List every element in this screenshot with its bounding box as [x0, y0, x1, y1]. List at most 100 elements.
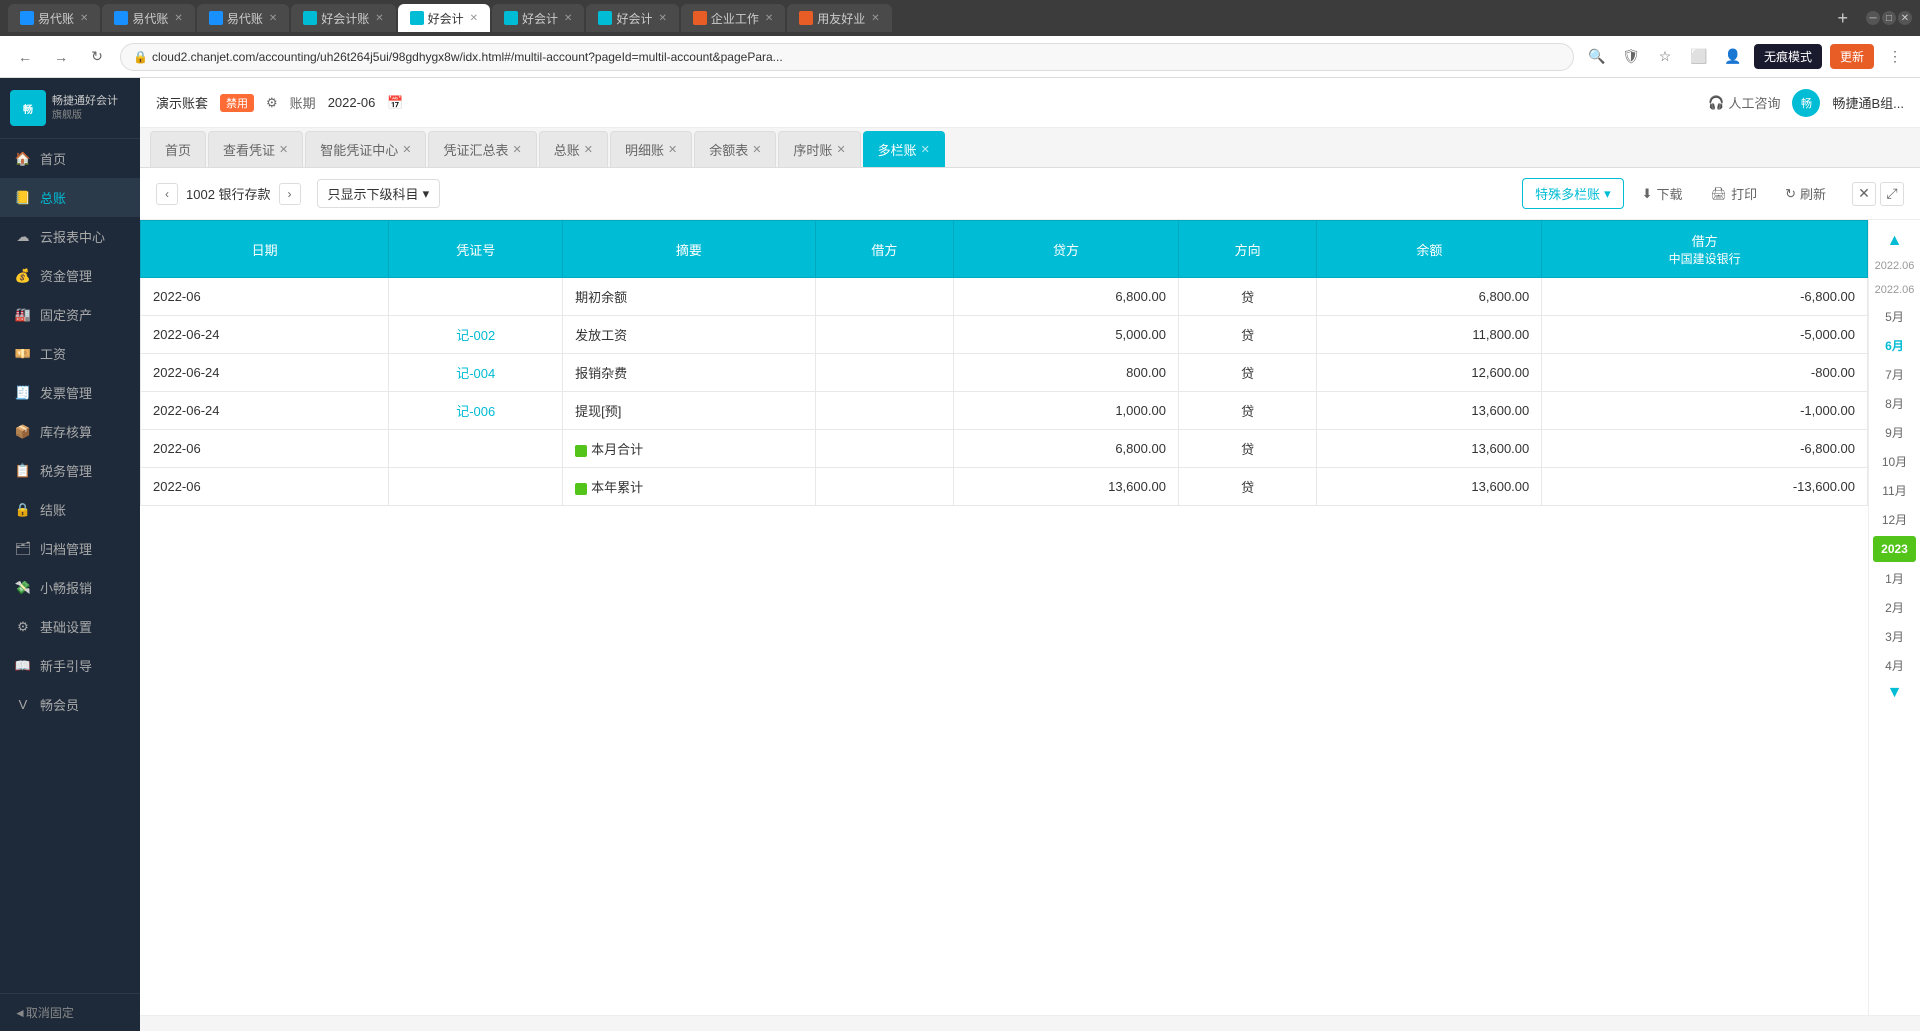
voucher-link-1[interactable]: 记-002	[456, 328, 495, 343]
window-maximize-button[interactable]: □	[1882, 11, 1896, 25]
scroll-down-button[interactable]: ▼	[1883, 680, 1907, 706]
page-tab-close-5[interactable]: ✕	[668, 143, 677, 156]
star-icon[interactable]: ☆	[1652, 44, 1678, 70]
time-item-apr-2023[interactable]: 4月	[1869, 651, 1920, 680]
tab-close-9[interactable]: ✕	[871, 13, 879, 24]
page-tab-close-4[interactable]: ✕	[584, 143, 593, 156]
horizontal-scrollbar[interactable]	[140, 1015, 1920, 1031]
page-tab-close-1[interactable]: ✕	[279, 143, 288, 156]
time-item-june[interactable]: 6月	[1869, 331, 1920, 360]
cell-voucher-3[interactable]: 记-006	[389, 392, 563, 430]
expand-panel-button[interactable]: ⤢	[1880, 182, 1904, 206]
sidebar-item-member[interactable]: V 畅会员	[0, 685, 140, 724]
time-item-oct[interactable]: 10月	[1869, 447, 1920, 476]
nav-prev-button[interactable]: ‹	[156, 183, 178, 205]
settings-icon[interactable]: ⚙	[266, 95, 278, 111]
sidebar-item-ledger[interactable]: 📒 总账	[0, 178, 140, 217]
tab-close-1[interactable]: ✕	[80, 13, 88, 24]
time-item-dec[interactable]: 12月	[1869, 505, 1920, 534]
tab-close-8[interactable]: ✕	[765, 13, 773, 24]
time-item-jan-2023[interactable]: 1月	[1869, 564, 1920, 593]
cast-icon[interactable]: ⬜	[1686, 44, 1712, 70]
tab-close-4[interactable]: ✕	[375, 13, 383, 24]
print-button[interactable]: 🖨 打印	[1701, 179, 1768, 208]
nav-forward-button[interactable]: →	[48, 44, 74, 70]
page-tab-close-3[interactable]: ✕	[513, 143, 522, 156]
sidebar-item-settings[interactable]: ⚙ 基础设置	[0, 607, 140, 646]
sidebar-item-fund[interactable]: 💰 资金管理	[0, 256, 140, 295]
sidebar-item-archive[interactable]: 🗂 归档管理	[0, 529, 140, 568]
time-item-may[interactable]: 5月	[1869, 302, 1920, 331]
page-tab-6[interactable]: 余额表 ✕	[694, 131, 776, 167]
browser-tab-7[interactable]: 好会计 ✕	[586, 4, 678, 32]
consult-button[interactable]: 🎧 人工咨询	[1708, 93, 1780, 112]
tab-close-2[interactable]: ✕	[174, 13, 182, 24]
voucher-link-3[interactable]: 记-006	[456, 404, 495, 419]
tab-close-3[interactable]: ✕	[269, 13, 277, 24]
page-tab-3[interactable]: 凭证汇总表 ✕	[428, 131, 536, 167]
window-close-button[interactable]: ✕	[1898, 11, 1912, 25]
tab-close-5[interactable]: ✕	[470, 13, 478, 24]
page-tab-0[interactable]: 首页	[150, 131, 206, 167]
cell-voucher-1[interactable]: 记-002	[389, 316, 563, 354]
page-tab-8[interactable]: 多栏账 ✕	[863, 131, 945, 167]
browser-tab-1[interactable]: 易代账 ✕	[8, 4, 100, 32]
sidebar-item-invoice[interactable]: 🧾 发票管理	[0, 373, 140, 412]
time-item-july[interactable]: 7月	[1869, 360, 1920, 389]
page-tab-close-7[interactable]: ✕	[836, 143, 845, 156]
sidebar-item-home[interactable]: 🏠 首页	[0, 139, 140, 178]
window-minimize-button[interactable]: ─	[1866, 11, 1880, 25]
time-item-sep[interactable]: 9月	[1869, 418, 1920, 447]
sidebar-item-close[interactable]: 🔒 结账	[0, 490, 140, 529]
sidebar-item-tax[interactable]: 📋 税务管理	[0, 451, 140, 490]
time-item-2022-06-2[interactable]: 2022.06	[1869, 278, 1920, 302]
profile-icon[interactable]: 👤	[1720, 44, 1746, 70]
menu-dots-button[interactable]: ⋮	[1882, 44, 1908, 70]
time-item-2022-06-1[interactable]: 2022.06	[1869, 254, 1920, 278]
voucher-link-2[interactable]: 记-004	[456, 366, 495, 381]
multi-col-button[interactable]: 特殊多栏账 ▾	[1522, 178, 1624, 209]
page-tab-5[interactable]: 明细账 ✕	[610, 131, 692, 167]
browser-tab-4[interactable]: 好会计账 ✕	[291, 4, 395, 32]
shield-icon[interactable]: 🛡	[1618, 44, 1644, 70]
page-tab-2[interactable]: 智能凭证中心 ✕	[305, 131, 426, 167]
browser-tab-2[interactable]: 易代账 ✕	[102, 4, 194, 32]
browser-tab-6[interactable]: 好会计 ✕	[492, 4, 584, 32]
refresh-button[interactable]: ↻ 刷新	[1775, 179, 1836, 208]
stealth-mode-button[interactable]: 无痕模式	[1754, 44, 1822, 69]
url-bar[interactable]: 🔒 cloud2.chanjet.com/accounting/uh26t264…	[120, 43, 1574, 71]
download-button[interactable]: ⬇ 下载	[1632, 179, 1693, 208]
browser-tab-5[interactable]: 好会计 ✕	[398, 4, 490, 32]
time-item-aug[interactable]: 8月	[1869, 389, 1920, 418]
page-tab-close-2[interactable]: ✕	[402, 143, 411, 156]
time-item-mar-2023[interactable]: 3月	[1869, 622, 1920, 651]
scroll-up-button[interactable]: ▲	[1883, 228, 1907, 254]
nav-next-button[interactable]: ›	[279, 183, 301, 205]
browser-tab-8[interactable]: 企业工作 ✕	[681, 4, 785, 32]
sidebar-item-salary[interactable]: 💴 工资	[0, 334, 140, 373]
nav-back-button[interactable]: ←	[12, 44, 38, 70]
sidebar-item-expense[interactable]: 💸 小畅报销	[0, 568, 140, 607]
cell-voucher-2[interactable]: 记-004	[389, 354, 563, 392]
browser-tab-9[interactable]: 用友好业 ✕	[787, 4, 891, 32]
time-item-nov[interactable]: 11月	[1869, 476, 1920, 505]
update-button[interactable]: 更新	[1830, 44, 1874, 69]
page-tab-1[interactable]: 查看凭证 ✕	[208, 131, 303, 167]
browser-tab-3[interactable]: 易代账 ✕	[197, 4, 289, 32]
calendar-icon[interactable]: 📅	[387, 95, 403, 111]
sidebar-item-asset[interactable]: 🏭 固定资产	[0, 295, 140, 334]
page-tab-close-8[interactable]: ✕	[921, 143, 930, 156]
sidebar-item-report[interactable]: ☁ 云报表中心	[0, 217, 140, 256]
page-tab-close-6[interactable]: ✕	[752, 143, 761, 156]
filter-dropdown[interactable]: 只显示下级科目 ▾	[317, 179, 441, 208]
time-item-feb-2023[interactable]: 2月	[1869, 593, 1920, 622]
page-tab-7[interactable]: 序时账 ✕	[778, 131, 860, 167]
tab-add-button[interactable]: +	[1829, 8, 1856, 29]
search-icon[interactable]: 🔍	[1584, 44, 1610, 70]
tab-close-6[interactable]: ✕	[564, 13, 572, 24]
sidebar-item-guide[interactable]: 📖 新手引导	[0, 646, 140, 685]
tab-close-7[interactable]: ✕	[658, 13, 666, 24]
sidebar-footer[interactable]: ◄取消固定	[0, 993, 140, 1031]
sidebar-item-inventory[interactable]: 📦 库存核算	[0, 412, 140, 451]
nav-refresh-button[interactable]: ↻	[84, 44, 110, 70]
